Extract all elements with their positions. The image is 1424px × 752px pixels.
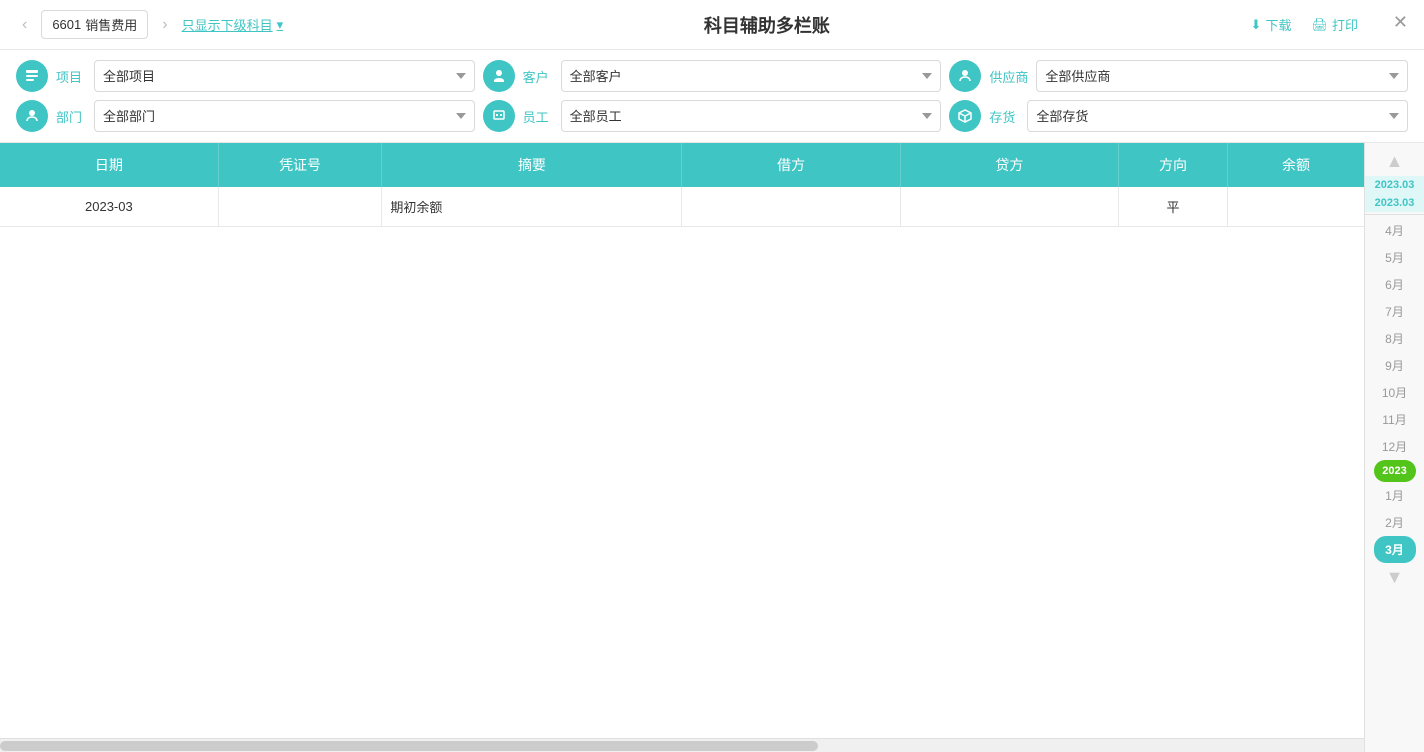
print-icon: 🖨 [1311, 17, 1328, 33]
cell-direction: 平 [1118, 187, 1227, 227]
prev-account-button[interactable]: ‹ [16, 12, 33, 38]
timeline-range-end[interactable]: 2023.03 [1365, 194, 1424, 212]
show-sub-arrow-icon: ▾ [277, 17, 284, 33]
timeline-range-start[interactable]: 2023.03 [1365, 176, 1424, 194]
department-select[interactable]: 全部部门 [94, 100, 475, 132]
content-area: 日期 凭证号 摘要 借方 贷方 方向 余额 2023-03 [0, 143, 1424, 752]
cell-summary: 期初余额 [382, 187, 682, 227]
timeline-month-5[interactable]: 5月 [1365, 244, 1424, 271]
show-sub-button[interactable]: 只显示下级科目 ▾ [182, 15, 284, 34]
col-summary: 摘要 [382, 143, 682, 187]
filter-employee: 员工 全部员工 [483, 100, 942, 132]
horizontal-scrollbar[interactable] [0, 738, 1364, 752]
download-icon: ⬇ [1251, 17, 1262, 33]
timeline-month-6[interactable]: 6月 [1365, 271, 1424, 298]
project-icon [16, 60, 48, 92]
close-button[interactable]: ✕ [1393, 12, 1408, 33]
timeline-sidebar: ▲ 2023.03 2023.03 4月 5月 6月 7月 8月 9月 10月 … [1364, 143, 1424, 752]
download-label: 下载 [1265, 15, 1291, 34]
filter-bar: 项目 全部项目 客户 全部客户 供应商 全部供应商 [0, 50, 1424, 143]
supplier-icon [949, 60, 981, 92]
col-debit: 借方 [682, 143, 900, 187]
timeline-year-2023[interactable]: 2023 [1374, 460, 1416, 482]
timeline-month-1[interactable]: 1月 [1365, 482, 1424, 509]
filter-customer: 客户 全部客户 [483, 60, 942, 92]
account-name-text: 销售费用 [85, 15, 137, 34]
timeline-divider [1365, 214, 1424, 215]
customer-select[interactable]: 全部客户 [561, 60, 942, 92]
timeline-month-9[interactable]: 9月 [1365, 352, 1424, 379]
employee-label: 员工 [523, 107, 553, 126]
next-account-button[interactable]: › [156, 12, 173, 38]
timeline-month-4[interactable]: 4月 [1365, 217, 1424, 244]
table-header-row: 日期 凭证号 摘要 借方 贷方 方向 余额 [0, 143, 1364, 187]
supplier-label: 供应商 [989, 67, 1028, 86]
col-balance: 余额 [1228, 143, 1364, 187]
timeline-month-11[interactable]: 11月 [1365, 406, 1424, 433]
department-icon [16, 100, 48, 132]
project-label: 项目 [56, 67, 86, 86]
cell-debit [682, 187, 900, 227]
timeline-up-button[interactable]: ▲ [1382, 147, 1408, 176]
timeline-month-7[interactable]: 7月 [1365, 298, 1424, 325]
timeline-month-10[interactable]: 10月 [1365, 379, 1424, 406]
col-date: 日期 [0, 143, 218, 187]
cell-credit [900, 187, 1118, 227]
supplier-select[interactable]: 全部供应商 [1036, 60, 1408, 92]
inventory-label: 存货 [989, 107, 1019, 126]
cell-balance [1228, 187, 1364, 227]
col-direction: 方向 [1118, 143, 1227, 187]
account-code-display: 6601 销售费用 [41, 10, 148, 39]
filter-supplier: 供应商 全部供应商 [949, 60, 1408, 92]
filter-project: 项目 全部项目 [16, 60, 475, 92]
inventory-select[interactable]: 全部存货 [1027, 100, 1408, 132]
timeline-month-8[interactable]: 8月 [1365, 325, 1424, 352]
department-label: 部门 [56, 107, 86, 126]
page-title: 科目辅助多栏账 [704, 12, 830, 38]
account-code-text: 6601 [52, 17, 81, 32]
col-credit: 贷方 [900, 143, 1118, 187]
titlebar-right: ⬇ 下载 🖨 打印 [1251, 15, 1408, 34]
scroll-thumb[interactable] [0, 741, 818, 751]
inventory-icon [949, 100, 981, 132]
print-button[interactable]: 🖨 打印 [1311, 15, 1358, 34]
ledger-table: 日期 凭证号 摘要 借方 贷方 方向 余额 2023-03 [0, 143, 1364, 227]
cell-date: 2023-03 [0, 187, 218, 227]
timeline-down-button[interactable]: ▼ [1382, 563, 1408, 592]
download-button[interactable]: ⬇ 下载 [1251, 15, 1292, 34]
employee-icon [483, 100, 515, 132]
titlebar: ‹ 6601 销售费用 › 只显示下级科目 ▾ 科目辅助多栏账 ⬇ 下载 🖨 打… [0, 0, 1424, 50]
filter-inventory: 存货 全部存货 [949, 100, 1408, 132]
customer-label: 客户 [523, 67, 553, 86]
customer-icon [483, 60, 515, 92]
timeline-month-12[interactable]: 12月 [1365, 433, 1424, 460]
table-area: 日期 凭证号 摘要 借方 贷方 方向 余额 2023-03 [0, 143, 1364, 752]
table-row: 2023-03 期初余额 平 [0, 187, 1364, 227]
employee-select[interactable]: 全部员工 [561, 100, 942, 132]
cell-voucher [218, 187, 382, 227]
show-sub-label: 只显示下级科目 [182, 15, 273, 34]
col-voucher: 凭证号 [218, 143, 382, 187]
filter-department: 部门 全部部门 [16, 100, 475, 132]
main-window: ‹ 6601 销售费用 › 只显示下级科目 ▾ 科目辅助多栏账 ⬇ 下载 🖨 打… [0, 0, 1424, 752]
print-label: 打印 [1332, 15, 1358, 34]
timeline-month-3[interactable]: 3月 [1374, 536, 1416, 563]
titlebar-left: ‹ 6601 销售费用 › 只显示下级科目 ▾ [16, 10, 283, 39]
project-select[interactable]: 全部项目 [94, 60, 475, 92]
timeline-month-2[interactable]: 2月 [1365, 509, 1424, 536]
